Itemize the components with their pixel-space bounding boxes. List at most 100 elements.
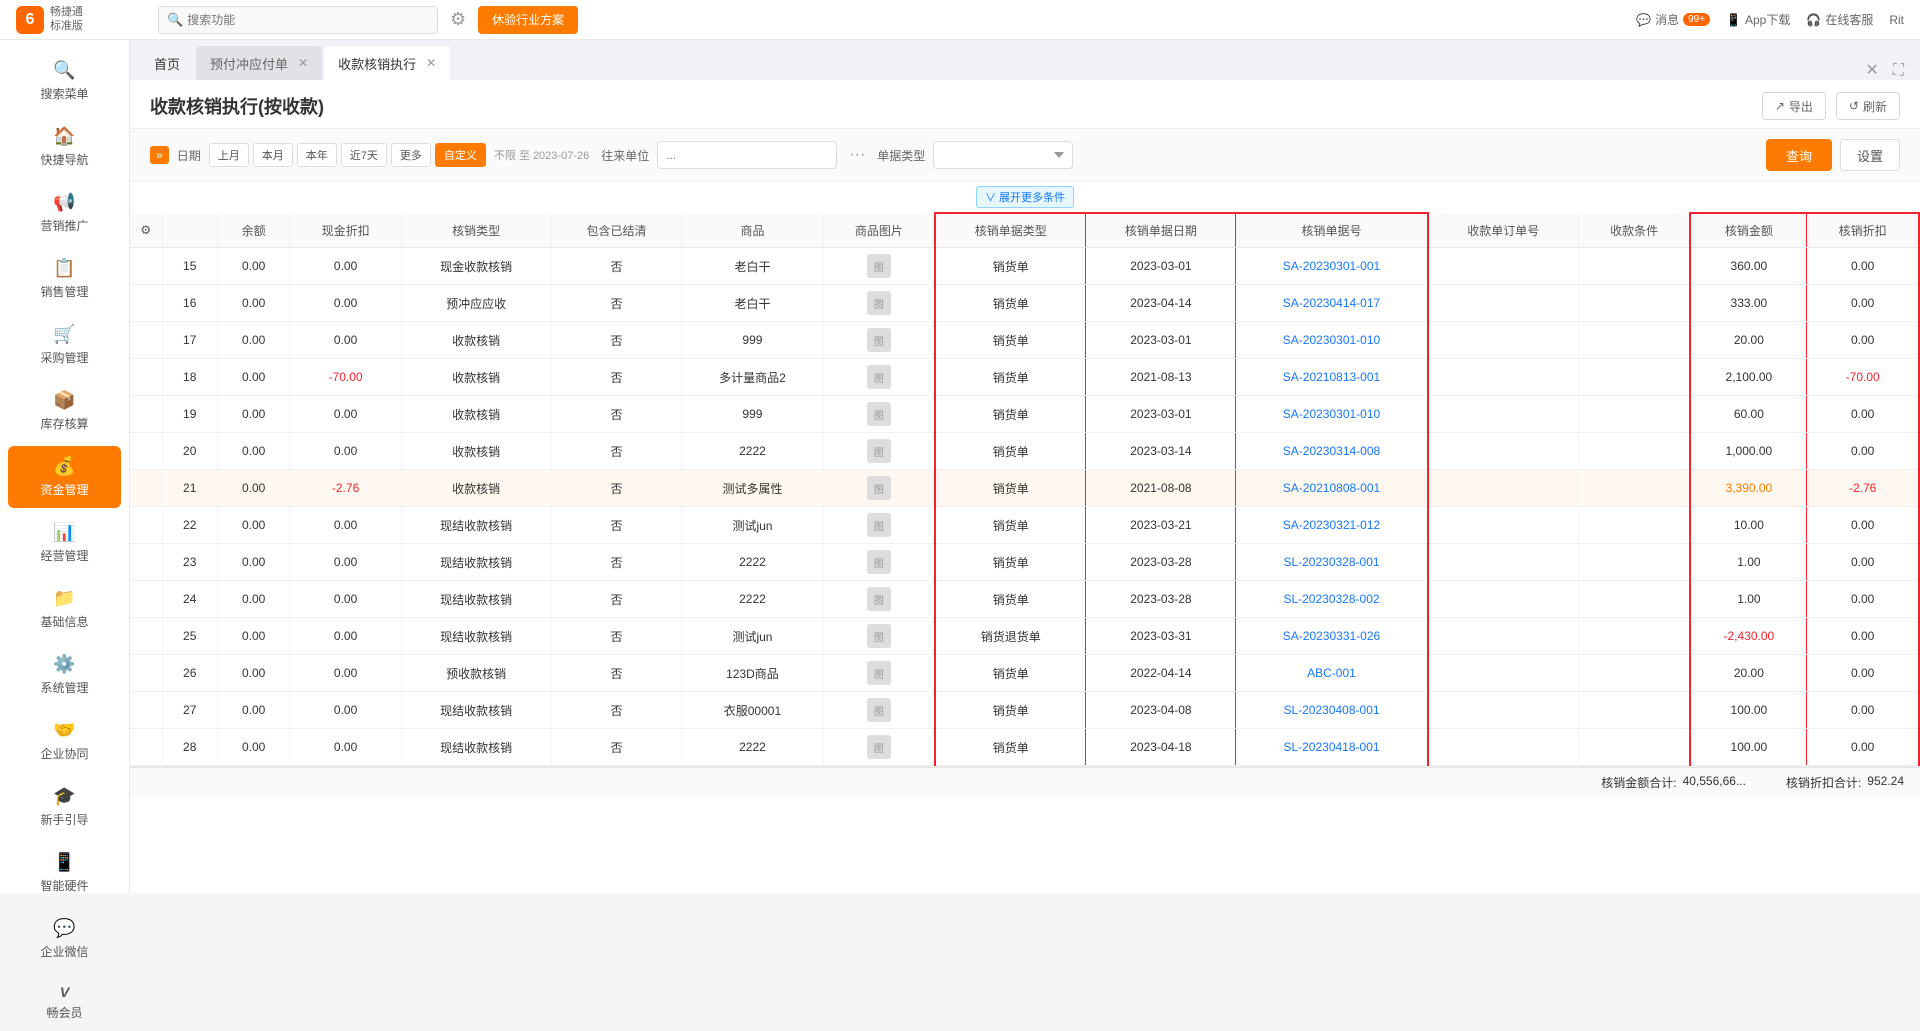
date-last-7days[interactable]: 近7天 bbox=[341, 143, 387, 167]
date-custom[interactable]: 自定义 bbox=[435, 143, 486, 167]
sidebar-item-smart-hw[interactable]: 📱 智能硬件 bbox=[8, 842, 121, 904]
cell-row-num: 28 bbox=[162, 729, 217, 766]
online-service-btn[interactable]: 🎧 在线客服 bbox=[1806, 11, 1873, 28]
sidebar-item-sys-admin[interactable]: ⚙️ 系统管理 bbox=[8, 644, 121, 706]
sidebar-item-label: 基础信息 bbox=[40, 613, 88, 630]
expand-row: ∨ 展开更多条件 bbox=[130, 182, 1920, 212]
col-settings[interactable]: ⚙ bbox=[130, 213, 162, 248]
col-goods-img: 商品图片 bbox=[823, 213, 935, 248]
search-input[interactable] bbox=[187, 13, 429, 27]
cell-goods-img: 图 bbox=[823, 322, 935, 359]
settings-icon[interactable]: ⚙ bbox=[450, 9, 466, 30]
app-download-btn[interactable]: 📱 App下载 bbox=[1726, 11, 1790, 28]
sys-admin-icon: ⚙️ bbox=[53, 654, 75, 675]
sidebar-item-operation[interactable]: 📊 经营管理 bbox=[8, 512, 121, 574]
cell-verify-no[interactable]: SA-20230331-026 bbox=[1236, 618, 1428, 655]
cell-receipt-terms bbox=[1578, 470, 1690, 507]
message-btn[interactable]: 💬 消息 99+ bbox=[1636, 11, 1710, 28]
sidebar-item-guide[interactable]: 🎓 新手引导 bbox=[8, 776, 121, 838]
cell-verify-bill-type: 销货退货单 bbox=[935, 618, 1086, 655]
industry-btn[interactable]: 休验行业方案 bbox=[478, 6, 578, 34]
sidebar-item-inventory[interactable]: 📦 库存核算 bbox=[8, 380, 121, 442]
cell-goods: 2222 bbox=[682, 729, 823, 766]
date-this-year[interactable]: 本年 bbox=[297, 143, 337, 167]
cell-settings bbox=[130, 729, 162, 766]
cell-verify-no[interactable]: SL-20230328-001 bbox=[1236, 544, 1428, 581]
cell-settings bbox=[130, 507, 162, 544]
tab-home[interactable]: 首页 bbox=[140, 46, 194, 80]
expand-conditions-btn[interactable]: ∨ 展开更多条件 bbox=[976, 186, 1074, 208]
settings-button[interactable]: 设置 bbox=[1840, 139, 1900, 171]
logo: 6 畅捷通 标准版 bbox=[16, 6, 146, 34]
sidebar-item-enterprise[interactable]: 🤝 企业协同 bbox=[8, 710, 121, 772]
filter-expand-arrow[interactable]: » bbox=[150, 146, 169, 164]
cell-settings bbox=[130, 655, 162, 692]
date-last-month[interactable]: 上月 bbox=[209, 143, 249, 167]
cell-verify-type: 现结收款核销 bbox=[401, 618, 551, 655]
sidebar-item-member[interactable]: V 畅会员 bbox=[8, 974, 121, 1031]
cell-settings bbox=[130, 470, 162, 507]
table-area[interactable]: ⚙ 余额 现金折扣 核销类型 包含已结清 商品 商品图片 核销单据类型 核销单据… bbox=[130, 212, 1920, 893]
cell-receipt-terms bbox=[1578, 248, 1690, 285]
export-button[interactable]: ↗ 导出 bbox=[1762, 92, 1826, 120]
cell-verify-amount: 2,100.00 bbox=[1690, 359, 1806, 396]
sidebar-item-sales[interactable]: 📋 销售管理 bbox=[8, 248, 121, 310]
col-verify-discount: 核销折扣 bbox=[1807, 213, 1919, 248]
cell-verify-no[interactable]: SA-20230314-008 bbox=[1236, 433, 1428, 470]
user-name[interactable]: Rit bbox=[1889, 13, 1904, 27]
cell-include-settled: 否 bbox=[551, 433, 682, 470]
total-discount-item: 核销折扣合计: 952.24 bbox=[1786, 774, 1904, 791]
sidebar-item-search-menu[interactable]: 🔍 搜索菜单 bbox=[8, 50, 121, 112]
tab-prepay[interactable]: 预付冲应付单 ✕ bbox=[196, 46, 322, 80]
tab-prepay-close[interactable]: ✕ bbox=[298, 56, 308, 70]
partner-more-icon[interactable]: ··· bbox=[849, 146, 865, 164]
table-row: 270.000.00现结收款核销否衣服00001图销货单2023-04-08SL… bbox=[130, 692, 1919, 729]
cell-verify-no[interactable]: SA-20210808-001 bbox=[1236, 470, 1428, 507]
cell-verify-discount: 0.00 bbox=[1807, 692, 1919, 729]
cell-goods-img: 图 bbox=[823, 655, 935, 692]
tab-collection-close[interactable]: ✕ bbox=[426, 56, 436, 70]
tab-collection[interactable]: 收款核销执行 ✕ bbox=[324, 46, 450, 80]
cell-verify-no[interactable]: SA-20230321-012 bbox=[1236, 507, 1428, 544]
cell-verify-no[interactable]: ABC-001 bbox=[1236, 655, 1428, 692]
date-more[interactable]: 更多 bbox=[391, 143, 431, 167]
cell-verify-date: 2023-04-18 bbox=[1086, 729, 1236, 766]
filter-row-partner: 往来单位 ··· bbox=[601, 141, 865, 169]
partner-input[interactable] bbox=[657, 141, 837, 169]
cell-settings bbox=[130, 322, 162, 359]
sidebar: 🔍 搜索菜单 🏠 快捷导航 📢 营销推广 📋 销售管理 🛒 采购管理 📦 库存核… bbox=[0, 40, 130, 893]
cell-cash-discount: -70.00 bbox=[290, 359, 401, 396]
sidebar-item-basic-info[interactable]: 📁 基础信息 bbox=[8, 578, 121, 640]
cell-verify-no[interactable]: SL-20230418-001 bbox=[1236, 729, 1428, 766]
date-this-month[interactable]: 本月 bbox=[253, 143, 293, 167]
cell-cash-discount: 0.00 bbox=[290, 507, 401, 544]
logo-text: 畅捷通 标准版 bbox=[50, 6, 83, 32]
sidebar-item-wechat[interactable]: 💬 企业微信 bbox=[8, 908, 121, 970]
refresh-button[interactable]: ↺ 刷新 bbox=[1836, 92, 1900, 120]
cell-verify-date: 2023-04-14 bbox=[1086, 285, 1236, 322]
sidebar-item-finance[interactable]: 💰 资金管理 bbox=[8, 446, 121, 508]
top-search-box[interactable]: 🔍 bbox=[158, 6, 438, 34]
cell-verify-no[interactable]: SA-20230414-017 bbox=[1236, 285, 1428, 322]
cell-verify-type: 现结收款核销 bbox=[401, 729, 551, 766]
bill-type-select[interactable] bbox=[933, 141, 1073, 169]
cell-cash-discount: 0.00 bbox=[290, 433, 401, 470]
cell-verify-no[interactable]: SA-20230301-010 bbox=[1236, 322, 1428, 359]
cell-goods-img: 图 bbox=[823, 285, 935, 322]
cell-include-settled: 否 bbox=[551, 581, 682, 618]
tab-close-all-icon[interactable]: ✕ bbox=[1859, 60, 1884, 80]
sidebar-item-marketing[interactable]: 📢 营销推广 bbox=[8, 182, 121, 244]
cell-verify-no[interactable]: SA-20230301-001 bbox=[1236, 248, 1428, 285]
cell-verify-no[interactable]: SL-20230408-001 bbox=[1236, 692, 1428, 729]
sidebar-item-purchase[interactable]: 🛒 采购管理 bbox=[8, 314, 121, 376]
sidebar-item-quick-nav[interactable]: 🏠 快捷导航 bbox=[8, 116, 121, 178]
table-header-row: ⚙ 余额 现金折扣 核销类型 包含已结清 商品 商品图片 核销单据类型 核销单据… bbox=[130, 213, 1919, 248]
table-body: 150.000.00现金收款核销否老白干图销货单2023-03-01SA-202… bbox=[130, 248, 1919, 766]
cell-verify-no[interactable]: SA-20230301-010 bbox=[1236, 396, 1428, 433]
query-button[interactable]: 查询 bbox=[1766, 139, 1832, 171]
cell-goods: 123D商品 bbox=[682, 655, 823, 692]
cell-verify-no[interactable]: SL-20230328-002 bbox=[1236, 581, 1428, 618]
tab-fullscreen-icon[interactable]: ⛶ bbox=[1887, 62, 1910, 80]
cell-verify-no[interactable]: SA-20210813-001 bbox=[1236, 359, 1428, 396]
sidebar-item-label: 搜索菜单 bbox=[40, 85, 88, 102]
